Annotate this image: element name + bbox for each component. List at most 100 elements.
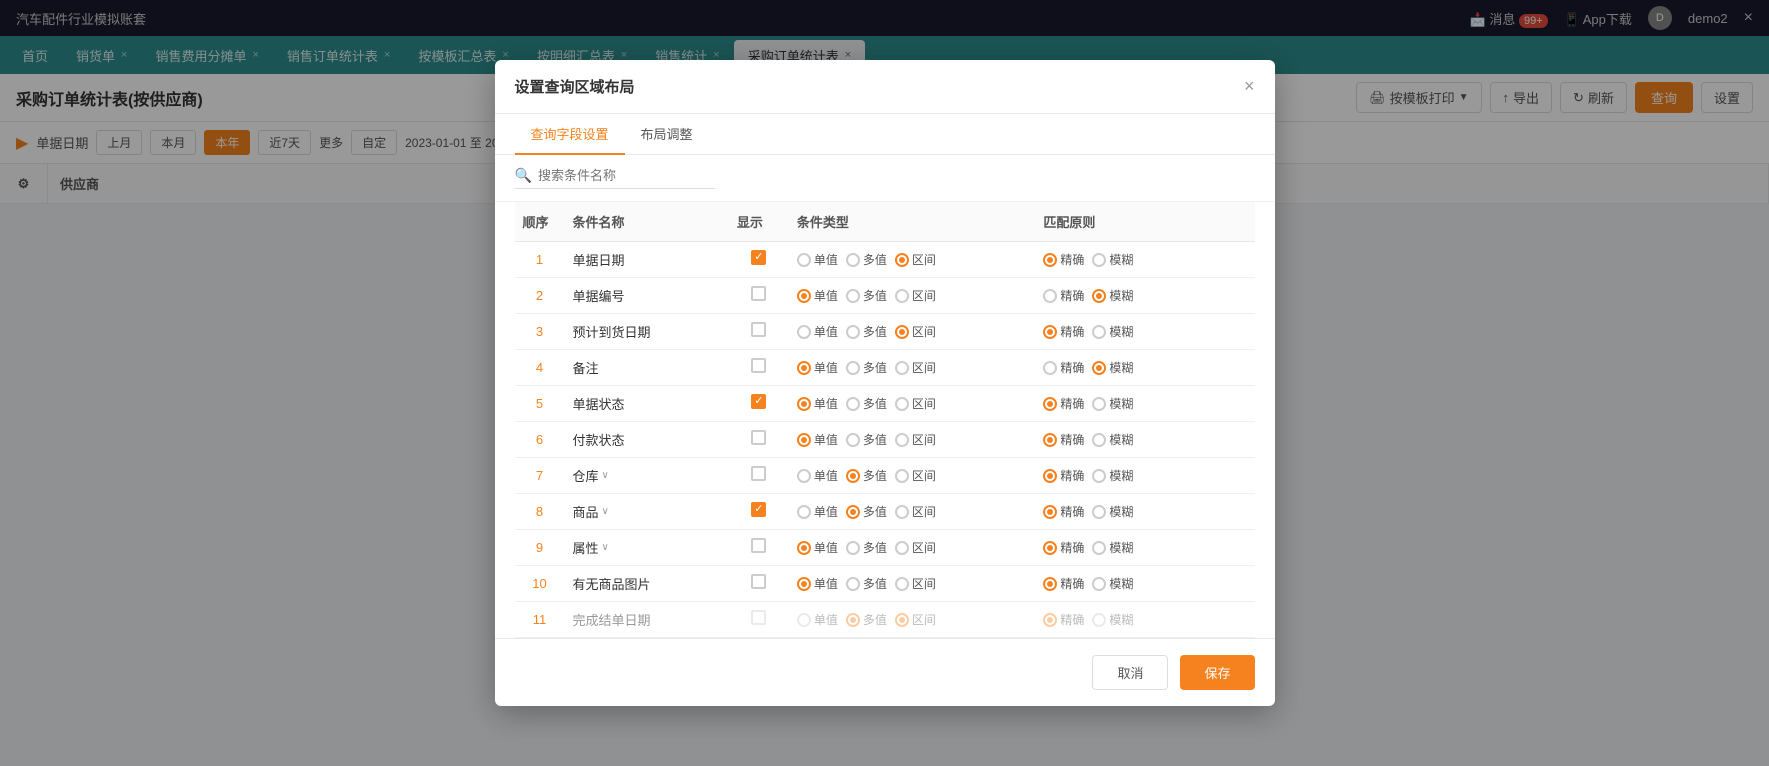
row-10-type: 单值 多值 区间 (789, 602, 1036, 638)
row-0-match-fuzzy[interactable]: 模糊 (1092, 251, 1133, 268)
row-6-match-fuzzy[interactable]: 模糊 (1092, 467, 1133, 484)
row-10-match-exact[interactable]: 精确 (1043, 611, 1084, 628)
row-6-match-exact[interactable]: 精确 (1043, 467, 1084, 484)
row-6-type-single[interactable]: 单值 (797, 467, 838, 484)
row-2-match-fuzzy[interactable]: 模糊 (1092, 323, 1133, 340)
row-2-type-range[interactable]: 区间 (895, 323, 936, 340)
row-2-type-multi[interactable]: 多值 (846, 323, 887, 340)
row-1-type-range[interactable]: 区间 (895, 287, 936, 304)
row-8-type-single[interactable]: 单值 (797, 539, 838, 556)
row-4-order: 5 (515, 386, 565, 422)
row-3-type-multi[interactable]: 多值 (846, 359, 887, 376)
row-10-display-checkbox[interactable] (729, 602, 789, 633)
row-6-display-checkbox[interactable] (729, 458, 789, 489)
row-7-match-fuzzy[interactable]: 模糊 (1092, 503, 1133, 520)
row-1-order: 2 (515, 278, 565, 314)
row-9-type: 单值 多值 区间 (789, 566, 1036, 602)
search-box: 🔍 (495, 155, 1275, 202)
dialog-header: 设置查询区域布局 × (495, 60, 1275, 114)
row-8-match: 精确 模糊 (1035, 530, 1254, 566)
row-5-display-checkbox[interactable] (729, 422, 789, 453)
row-1-match-fuzzy[interactable]: 模糊 (1092, 287, 1133, 304)
tab-layout-adjust[interactable]: 布局调整 (625, 114, 709, 155)
row-8-type-multi[interactable]: 多值 (846, 539, 887, 556)
row-9-display-checkbox[interactable] (729, 566, 789, 597)
row-0-match-exact[interactable]: 精确 (1043, 251, 1084, 268)
table-row: 6付款状态 单值 多值 区间 精确 模糊 (515, 422, 1255, 458)
row-10-type-multi[interactable]: 多值 (846, 611, 887, 628)
row-5-type-single[interactable]: 单值 (797, 431, 838, 448)
row-6-type-range[interactable]: 区间 (895, 467, 936, 484)
col-header-order: 顺序 (515, 202, 565, 242)
row-1-match-exact[interactable]: 精确 (1043, 287, 1084, 304)
row-6-type-multi[interactable]: 多值 (846, 467, 887, 484)
row-9-match-exact[interactable]: 精确 (1043, 575, 1084, 592)
row-9-type-multi[interactable]: 多值 (846, 575, 887, 592)
row-4-display-checkbox[interactable] (729, 386, 789, 417)
row-7-type-single[interactable]: 单值 (797, 503, 838, 520)
row-3-match-exact[interactable]: 精确 (1043, 359, 1084, 376)
tab-query-fields[interactable]: 查询字段设置 (515, 114, 625, 155)
row-4-match-exact[interactable]: 精确 (1043, 395, 1084, 412)
row-0-type-multi[interactable]: 多值 (846, 251, 887, 268)
row-3-type-range[interactable]: 区间 (895, 359, 936, 376)
row-5-match-fuzzy[interactable]: 模糊 (1092, 431, 1133, 448)
row-9-match: 精确 模糊 (1035, 566, 1254, 602)
row-8-type-range[interactable]: 区间 (895, 539, 936, 556)
row-2-order: 3 (515, 314, 565, 350)
dialog-footer: 取消 保存 (495, 638, 1275, 706)
table-row: 5单据状态 单值 多值 区间 精确 模糊 (515, 386, 1255, 422)
row-2-match: 精确 模糊 (1035, 314, 1254, 350)
row-5-match: 精确 模糊 (1035, 422, 1254, 458)
row-1-display-checkbox[interactable] (729, 278, 789, 309)
row-2-display-checkbox[interactable] (729, 314, 789, 345)
search-input-wrap[interactable]: 🔍 (515, 167, 715, 189)
row-4-type: 单值 多值 区间 (789, 386, 1036, 422)
dialog-close-button[interactable]: × (1244, 76, 1255, 97)
table-row: 1单据日期 单值 多值 区间 精确 模糊 (515, 242, 1255, 278)
row-4-type-range[interactable]: 区间 (895, 395, 936, 412)
row-5-type-range[interactable]: 区间 (895, 431, 936, 448)
row-7-type-range[interactable]: 区间 (895, 503, 936, 520)
search-input[interactable] (538, 168, 715, 183)
save-button[interactable]: 保存 (1180, 655, 1254, 690)
row-1-type-single[interactable]: 单值 (797, 287, 838, 304)
row-7-type-multi[interactable]: 多值 (846, 503, 887, 520)
row-4-match-fuzzy[interactable]: 模糊 (1092, 395, 1133, 412)
row-8-match-fuzzy[interactable]: 模糊 (1092, 539, 1133, 556)
row-8-match-exact[interactable]: 精确 (1043, 539, 1084, 556)
row-9-type-range[interactable]: 区间 (895, 575, 936, 592)
row-4-type-single[interactable]: 单值 (797, 395, 838, 412)
row-9-match-fuzzy[interactable]: 模糊 (1092, 575, 1133, 592)
row-2-type: 单值 多值 区间 (789, 314, 1036, 350)
row-4-match: 精确 模糊 (1035, 386, 1254, 422)
dialog-title: 设置查询区域布局 (515, 76, 635, 97)
row-8-display-checkbox[interactable] (729, 530, 789, 561)
row-0-display-checkbox[interactable] (729, 242, 789, 273)
row-2-type-single[interactable]: 单值 (797, 323, 838, 340)
row-2-name: 预计到货日期 (565, 314, 729, 350)
row-8-order: 9 (515, 530, 565, 566)
row-6-order: 7 (515, 458, 565, 494)
row-3-match: 精确 模糊 (1035, 350, 1254, 386)
col-header-type: 条件类型 (789, 202, 1036, 242)
row-9-type-single[interactable]: 单值 (797, 575, 838, 592)
row-0-type-single[interactable]: 单值 (797, 251, 838, 268)
row-10-match-fuzzy[interactable]: 模糊 (1092, 611, 1133, 628)
row-2-match-exact[interactable]: 精确 (1043, 323, 1084, 340)
table-row: 8商品∨ 单值 多值 区间 精确 模糊 (515, 494, 1255, 530)
row-7-match-exact[interactable]: 精确 (1043, 503, 1084, 520)
row-4-type-multi[interactable]: 多值 (846, 395, 887, 412)
row-0-type-range[interactable]: 区间 (895, 251, 936, 268)
row-5-type-multi[interactable]: 多值 (846, 431, 887, 448)
row-3-display-checkbox[interactable] (729, 350, 789, 381)
row-1-type-multi[interactable]: 多值 (846, 287, 887, 304)
row-10-type-range[interactable]: 区间 (895, 611, 936, 628)
row-10-type-single[interactable]: 单值 (797, 611, 838, 628)
row-3-match-fuzzy[interactable]: 模糊 (1092, 359, 1133, 376)
cancel-button[interactable]: 取消 (1092, 655, 1168, 690)
row-3-type-single[interactable]: 单值 (797, 359, 838, 376)
table-row: 3预计到货日期 单值 多值 区间 精确 模糊 (515, 314, 1255, 350)
row-7-display-checkbox[interactable] (729, 494, 789, 525)
row-5-match-exact[interactable]: 精确 (1043, 431, 1084, 448)
